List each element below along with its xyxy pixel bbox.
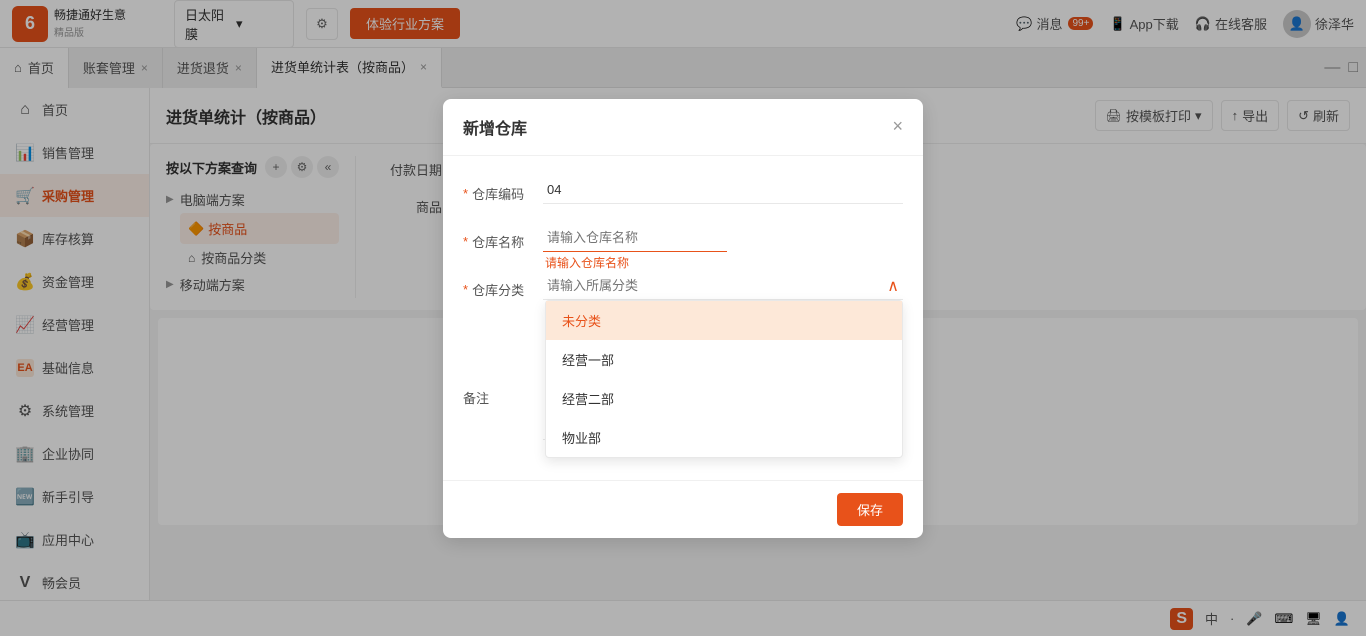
dialog-close-button[interactable]: × [892, 116, 903, 137]
category-label: * 仓库分类 [463, 272, 543, 299]
code-input[interactable] [543, 176, 903, 204]
dropdown-item-dept2[interactable]: 经营二部 [546, 379, 902, 418]
category-input[interactable] [543, 272, 903, 300]
dialog-title: 新增仓库 [463, 115, 527, 139]
dropdown-item-dept1[interactable]: 经营一部 [546, 340, 902, 379]
category-wrapper: ∧ [543, 272, 903, 300]
remark-label: 备注 [463, 380, 543, 407]
name-label: * 仓库名称 [463, 224, 543, 251]
code-label: * 仓库编码 [463, 176, 543, 203]
category-dropdown: 未分类 经营一部 经营二部 物业部 [545, 300, 903, 458]
dropdown-item-dept3[interactable]: 物业部 [546, 418, 902, 457]
name-form-row: * 仓库名称 请输入仓库名称 [463, 224, 903, 252]
name-input[interactable] [543, 224, 727, 252]
code-form-row: * 仓库编码 [463, 176, 903, 204]
new-warehouse-dialog: 新增仓库 × * 仓库编码 * 仓库名称 [443, 99, 923, 538]
dialog-body: * 仓库编码 * 仓库名称 请输入仓库名称 * [443, 156, 923, 480]
dialog-footer: 保存 [443, 480, 923, 538]
save-button[interactable]: 保存 [837, 493, 903, 526]
dialog-header: 新增仓库 × [443, 99, 923, 156]
modal-overlay: 新增仓库 × * 仓库编码 * 仓库名称 [0, 0, 1366, 636]
category-toggle-icon[interactable]: ∧ [887, 276, 899, 296]
name-error-msg: 请输入仓库名称 [545, 254, 629, 271]
category-form-row: * 仓库分类 ∧ 未分类 经营一部 经营二部 [463, 272, 903, 300]
dropdown-item-uncategorized[interactable]: 未分类 [546, 301, 902, 340]
